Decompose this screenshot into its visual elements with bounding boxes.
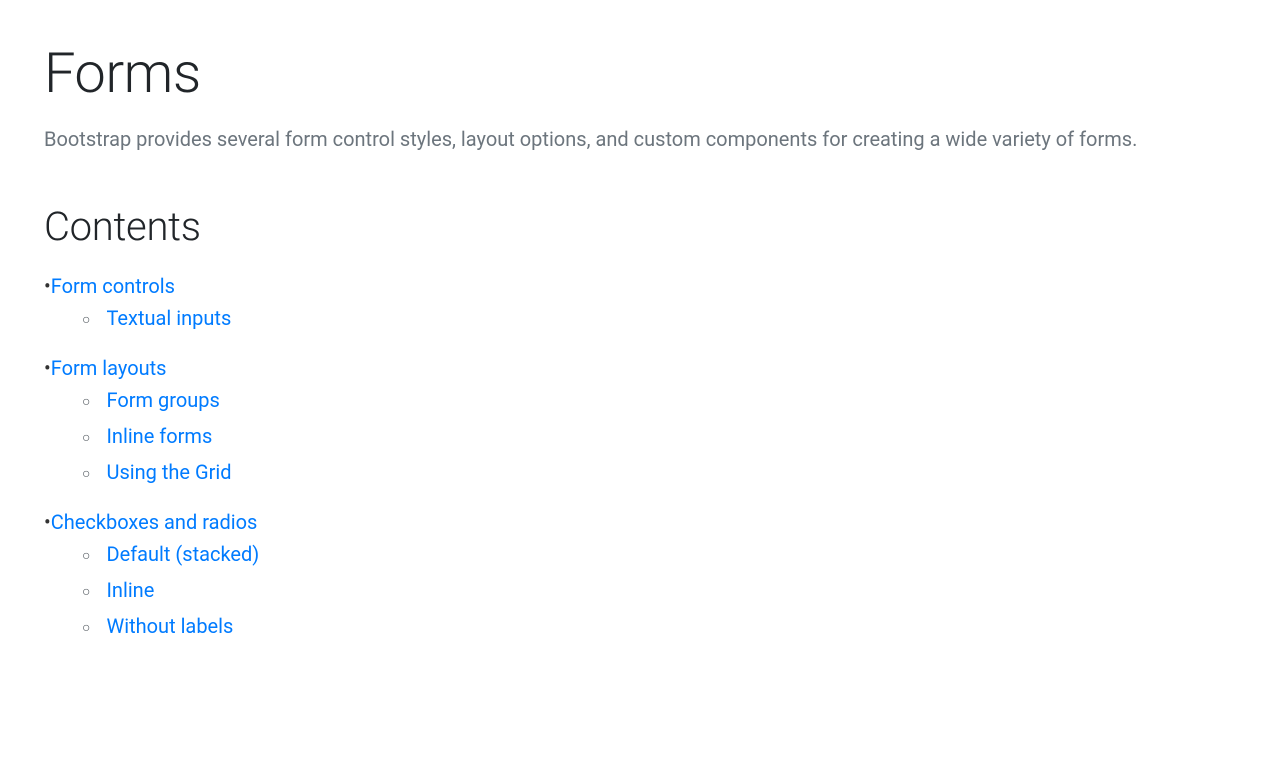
sub-list-item: ○ Default (stacked)	[44, 542, 259, 566]
sub-contents-link[interactable]: Inline	[106, 578, 154, 602]
sub-bullet-icon: ○	[82, 311, 90, 328]
sub-list: ○ Textual inputs	[44, 306, 231, 342]
sub-bullet-icon: ○	[82, 465, 90, 482]
contents-list: •Form controls○Textual inputs•Form layou…	[44, 274, 1220, 650]
sub-list-item: ○ Form groups	[44, 388, 232, 412]
page-description: Bootstrap provides several form control …	[44, 123, 1144, 155]
sub-bullet-icon: ○	[82, 619, 90, 636]
sub-contents-link[interactable]: Without labels	[106, 614, 233, 638]
contents-item: •Form layouts ○ Form groups ○ Inline forms ○ U…	[44, 356, 1220, 496]
page-title: Forms	[44, 40, 1220, 107]
sub-bullet-icon: ○	[82, 583, 90, 600]
sub-list-item: ○ Using the Grid	[44, 460, 232, 484]
contents-heading: Contents	[44, 203, 1220, 250]
sub-contents-link[interactable]: Textual inputs	[106, 306, 231, 330]
sub-list-item: ○ Without labels	[44, 614, 259, 638]
sub-bullet-icon: ○	[82, 393, 90, 410]
sub-bullet-icon: ○	[82, 547, 90, 564]
bullet-icon: •	[44, 356, 51, 380]
contents-link[interactable]: Form layouts	[51, 356, 167, 380]
sub-list: ○ Default (stacked) ○ Inline ○ Without labels	[44, 542, 259, 650]
sub-list: ○ Form groups ○ Inline forms ○ Using the Grid	[44, 388, 232, 496]
bullet-icon: •	[44, 274, 51, 298]
sub-bullet-icon: ○	[82, 429, 90, 446]
sub-contents-link[interactable]: Using the Grid	[106, 460, 231, 484]
contents-item: •Checkboxes and radios ○ Default (stacked)…	[44, 510, 1220, 650]
sub-list-item: ○ Inline forms	[44, 424, 232, 448]
sub-contents-link[interactable]: Form groups	[106, 388, 219, 412]
sub-list-item: ○ Textual inputs	[44, 306, 231, 330]
contents-link[interactable]: Form controls	[51, 274, 175, 298]
bullet-icon: •	[44, 510, 51, 534]
sub-contents-link[interactable]: Default (stacked)	[106, 542, 259, 566]
sub-list-item: ○ Inline	[44, 578, 259, 602]
contents-link[interactable]: Checkboxes and radios	[51, 510, 258, 534]
contents-item: •Form controls ○ Textual inputs	[44, 274, 1220, 342]
sub-contents-link[interactable]: Inline forms	[106, 424, 212, 448]
